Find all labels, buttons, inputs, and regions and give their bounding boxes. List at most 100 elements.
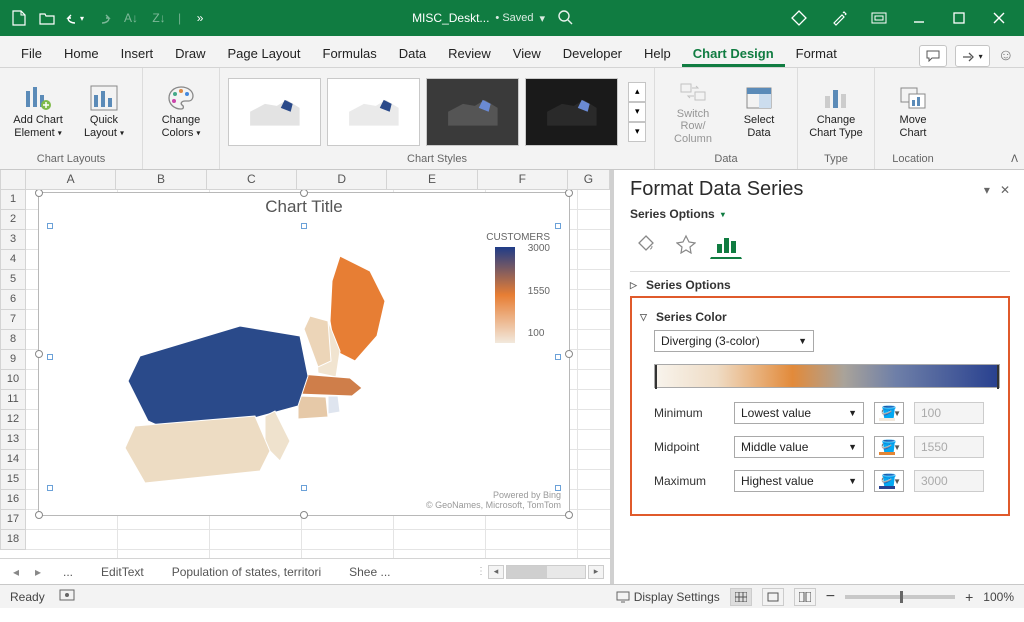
hscroll-thumb[interactable]: [507, 566, 547, 578]
tab-view[interactable]: View: [502, 39, 552, 67]
normal-view-button[interactable]: [730, 588, 752, 606]
pane-subtitle[interactable]: Series Options: [630, 207, 715, 221]
row-header[interactable]: 6: [0, 290, 26, 310]
row-header[interactable]: 12: [0, 410, 26, 430]
chart-style-4[interactable]: [525, 78, 618, 146]
add-chart-element-button[interactable]: Add Chart Element ▾: [8, 80, 68, 143]
share-button[interactable]: ▾: [955, 45, 990, 67]
row-header[interactable]: 5: [0, 270, 26, 290]
styles-scroll-down[interactable]: ▾: [628, 102, 646, 122]
tab-home[interactable]: Home: [53, 39, 110, 67]
row-header[interactable]: 16: [0, 490, 26, 510]
ribbon-mode-icon[interactable]: [860, 4, 898, 32]
column-header[interactable]: D: [297, 170, 387, 190]
pane-collapse-icon[interactable]: ▾: [984, 183, 990, 197]
tab-page-layout[interactable]: Page Layout: [217, 39, 312, 67]
column-header[interactable]: C: [207, 170, 297, 190]
color-type-dropdown[interactable]: Diverging (3-color)▼: [654, 330, 814, 352]
midpoint-dropdown[interactable]: Middle value▼: [734, 436, 864, 458]
row-header[interactable]: 4: [0, 250, 26, 270]
chart-title[interactable]: Chart Title: [39, 197, 569, 217]
maximum-color-picker[interactable]: 🪣▼: [874, 470, 904, 492]
undo-icon[interactable]: ▾: [62, 5, 88, 31]
hscroll-left[interactable]: ◂: [488, 565, 504, 579]
brush-icon[interactable]: [820, 4, 858, 32]
sheet-nav-next[interactable]: ▸: [28, 565, 48, 579]
account-icon[interactable]: ☺: [998, 47, 1014, 65]
search-icon[interactable]: [557, 9, 581, 28]
quick-layout-button[interactable]: Quick Layout ▾: [74, 80, 134, 143]
row-header[interactable]: 17: [0, 510, 26, 530]
ribbon-collapse-icon[interactable]: ᐱ: [1011, 154, 1018, 165]
page-layout-view-button[interactable]: [762, 588, 784, 606]
tab-developer[interactable]: Developer: [552, 39, 633, 67]
row-header[interactable]: 8: [0, 330, 26, 350]
row-header[interactable]: 11: [0, 390, 26, 410]
tab-chart-design[interactable]: Chart Design: [682, 39, 785, 67]
styles-scroll-up[interactable]: ▴: [628, 82, 646, 102]
macro-record-icon[interactable]: [59, 588, 75, 605]
tab-formulas[interactable]: Formulas: [312, 39, 388, 67]
chart-plot-area[interactable]: CUSTOMERS 3000 1550 100: [49, 225, 559, 489]
new-file-icon[interactable]: [6, 5, 32, 31]
minimum-dropdown[interactable]: Lowest value▼: [734, 402, 864, 424]
chart-style-3[interactable]: [426, 78, 519, 146]
sheet-tab[interactable]: Population of states, territori: [159, 560, 334, 584]
hscroll-track[interactable]: [506, 565, 586, 579]
sheet-nav-prev[interactable]: ◂: [6, 565, 26, 579]
row-header[interactable]: 13: [0, 430, 26, 450]
chart-style-1[interactable]: [228, 78, 321, 146]
chevron-down-icon[interactable]: ▾: [719, 210, 725, 219]
row-header[interactable]: 14: [0, 450, 26, 470]
tab-format[interactable]: Format: [785, 39, 848, 67]
row-header[interactable]: 1: [0, 190, 26, 210]
chart-object[interactable]: Chart Title: [38, 192, 570, 516]
cell-grid[interactable]: Chart Title: [26, 190, 610, 558]
display-settings-button[interactable]: Display Settings: [616, 590, 720, 604]
column-header[interactable]: E: [387, 170, 477, 190]
series-tab-icon[interactable]: [710, 229, 742, 259]
close-button[interactable]: [980, 4, 1018, 32]
series-color-header[interactable]: ▽Series Color: [640, 304, 1000, 330]
midpoint-color-picker[interactable]: 🪣▼: [874, 436, 904, 458]
map-chart[interactable]: [80, 246, 410, 496]
fill-tab-icon[interactable]: [630, 229, 662, 259]
row-header[interactable]: 18: [0, 530, 26, 550]
column-header[interactable]: G: [568, 170, 610, 190]
column-header[interactable]: A: [26, 170, 116, 190]
zoom-out-button[interactable]: −: [826, 588, 835, 606]
open-file-icon[interactable]: [34, 5, 60, 31]
row-header[interactable]: 7: [0, 310, 26, 330]
row-header[interactable]: 3: [0, 230, 26, 250]
change-colors-button[interactable]: Change Colors ▾: [151, 80, 211, 143]
document-title[interactable]: MISC_Deskt... • Saved ▾: [412, 11, 545, 25]
tab-draw[interactable]: Draw: [164, 39, 216, 67]
sheet-tab-overflow[interactable]: ...: [50, 560, 86, 584]
chart-style-2[interactable]: [327, 78, 420, 146]
row-header[interactable]: 10: [0, 370, 26, 390]
row-header[interactable]: 9: [0, 350, 26, 370]
column-header[interactable]: F: [478, 170, 568, 190]
diamond-icon[interactable]: [780, 4, 818, 32]
comments-button[interactable]: [919, 45, 947, 67]
maximum-dropdown[interactable]: Highest value▼: [734, 470, 864, 492]
chart-legend[interactable]: CUSTOMERS 3000 1550 100: [486, 232, 550, 347]
gradient-preview[interactable]: [654, 364, 1000, 388]
select-data-button[interactable]: Select Data: [729, 80, 789, 143]
zoom-slider[interactable]: [845, 595, 955, 599]
tab-insert[interactable]: Insert: [110, 39, 165, 67]
minimum-color-picker[interactable]: 🪣▼: [874, 402, 904, 424]
select-all-corner[interactable]: [0, 170, 26, 190]
tab-help[interactable]: Help: [633, 39, 682, 67]
zoom-in-button[interactable]: +: [965, 589, 973, 605]
tab-review[interactable]: Review: [437, 39, 502, 67]
row-header[interactable]: 15: [0, 470, 26, 490]
page-break-view-button[interactable]: [794, 588, 816, 606]
effects-tab-icon[interactable]: [670, 229, 702, 259]
sheet-tab[interactable]: Shee ...: [336, 560, 403, 584]
column-header[interactable]: B: [116, 170, 206, 190]
styles-expand[interactable]: ▾: [628, 122, 646, 142]
hscroll-right[interactable]: ▸: [588, 565, 604, 579]
maximize-button[interactable]: [940, 4, 978, 32]
minimize-button[interactable]: [900, 4, 938, 32]
